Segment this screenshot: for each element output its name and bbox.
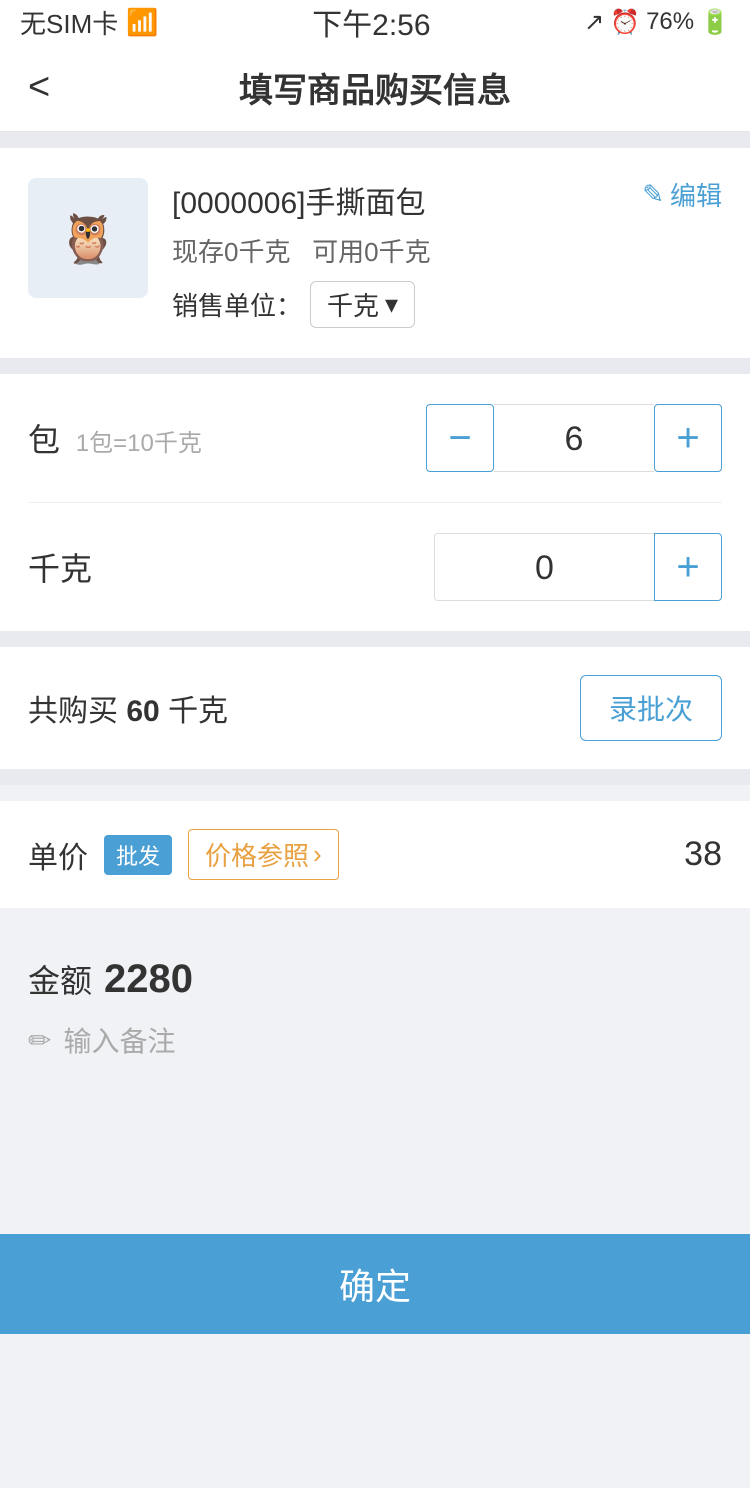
kg-increment-button[interactable]: + xyxy=(654,533,722,601)
unit-selector[interactable]: 千克 ▾ xyxy=(310,281,415,328)
amount-value: 2280 xyxy=(104,957,193,1002)
amount-label: 金额 xyxy=(28,956,92,1002)
battery-text: 76% xyxy=(646,8,694,36)
amount-row: 金额 2280 xyxy=(28,936,722,1002)
remark-row[interactable]: ✏ 输入备注 xyxy=(28,1002,722,1088)
status-bar-left: 无SIM卡 📶 xyxy=(20,4,159,41)
available-text xyxy=(298,237,305,267)
bao-sublabel: 1包=10千克 xyxy=(76,430,202,457)
product-logo-icon: 🦉 xyxy=(58,210,118,267)
price-row: 单价 批发 价格参照 › 38 xyxy=(28,829,722,880)
bao-decrement-button[interactable]: − xyxy=(426,404,494,472)
input-section: 包 1包=10千克 − 6 + 千克 0 + xyxy=(0,374,750,631)
nav-bar: < 填写商品购买信息 xyxy=(0,44,750,132)
confirm-button[interactable]: 确定 xyxy=(0,1234,750,1334)
kg-label-group: 千克 xyxy=(28,544,92,590)
kg-label: 千克 xyxy=(28,551,92,587)
edit-label: 编辑 xyxy=(670,176,722,213)
total-unit: 千克 xyxy=(168,695,228,728)
carrier-text: 无SIM卡 xyxy=(20,4,118,41)
price-label: 单价 xyxy=(28,833,88,877)
stock-text: 现存0千克 xyxy=(172,237,290,267)
price-ref-arrow-icon: › xyxy=(313,839,322,870)
alarm-icon: ⏰ xyxy=(610,8,640,37)
price-tag-badge: 批发 xyxy=(104,835,172,875)
battery-icon: 🔋 xyxy=(700,8,730,37)
gps-icon: ↗ xyxy=(584,8,604,37)
bao-input-row: 包 1包=10千克 − 6 + xyxy=(28,374,722,503)
total-amount: 60 xyxy=(126,695,168,728)
edit-button[interactable]: ✎ 编辑 xyxy=(642,176,722,213)
bao-stepper: − 6 + xyxy=(426,404,722,472)
total-prefix: 共购买 xyxy=(28,695,118,728)
edit-icon: ✎ xyxy=(642,179,664,210)
product-info: [0000006]手撕面包 现存0千克 可用0千克 销售单位： 千克 ▾ xyxy=(172,178,722,328)
page-title: 填写商品购买信息 xyxy=(239,63,511,112)
bao-increment-button[interactable]: + xyxy=(654,404,722,472)
batch-button[interactable]: 录批次 xyxy=(580,675,722,741)
divider-4 xyxy=(0,769,750,785)
divider-3 xyxy=(0,631,750,647)
total-section: 共购买 60 千克 录批次 xyxy=(0,647,750,769)
available-value: 可用0千克 xyxy=(312,237,430,267)
price-ref-label: 价格参照 xyxy=(205,836,309,873)
price-value: 38 xyxy=(684,835,722,874)
bao-label-group: 包 1包=10千克 xyxy=(28,415,202,461)
remark-icon: ✏ xyxy=(28,1024,51,1057)
status-bar-time: 下午2:56 xyxy=(312,0,430,44)
total-label: 共购买 60 千克 xyxy=(28,686,228,730)
wifi-signal: 📶 xyxy=(126,7,158,38)
bao-label: 包 xyxy=(28,422,60,458)
status-bar: 无SIM卡 📶 下午2:56 ↗ ⏰ 76% 🔋 xyxy=(0,0,750,44)
product-stock: 现存0千克 可用0千克 xyxy=(172,232,722,269)
unit-value: 千克 xyxy=(327,286,379,323)
status-bar-right: ↗ ⏰ 76% 🔋 xyxy=(584,8,730,37)
price-section: 单价 批发 价格参照 › 38 xyxy=(0,801,750,908)
back-button[interactable]: < xyxy=(28,66,50,109)
product-name: [0000006]手撕面包 xyxy=(172,178,722,222)
divider-2 xyxy=(0,358,750,374)
unit-label: 销售单位： xyxy=(172,286,302,323)
bao-value[interactable]: 6 xyxy=(494,404,654,472)
unit-chevron-icon: ▾ xyxy=(385,289,398,320)
kg-input-group: 0 + xyxy=(434,533,722,601)
product-unit-row: 销售单位： 千克 ▾ xyxy=(172,281,722,328)
amount-section: 金额 2280 ✏ 输入备注 xyxy=(0,908,750,1088)
price-reference-button[interactable]: 价格参照 › xyxy=(188,829,339,880)
product-thumbnail: 🦉 xyxy=(28,178,148,298)
kg-value[interactable]: 0 xyxy=(434,533,654,601)
kg-input-row: 千克 0 + xyxy=(28,503,722,631)
divider-1 xyxy=(0,132,750,148)
remark-placeholder: 输入备注 xyxy=(63,1020,175,1060)
product-card: 🦉 [0000006]手撕面包 现存0千克 可用0千克 销售单位： 千克 ▾ ✎… xyxy=(0,148,750,358)
